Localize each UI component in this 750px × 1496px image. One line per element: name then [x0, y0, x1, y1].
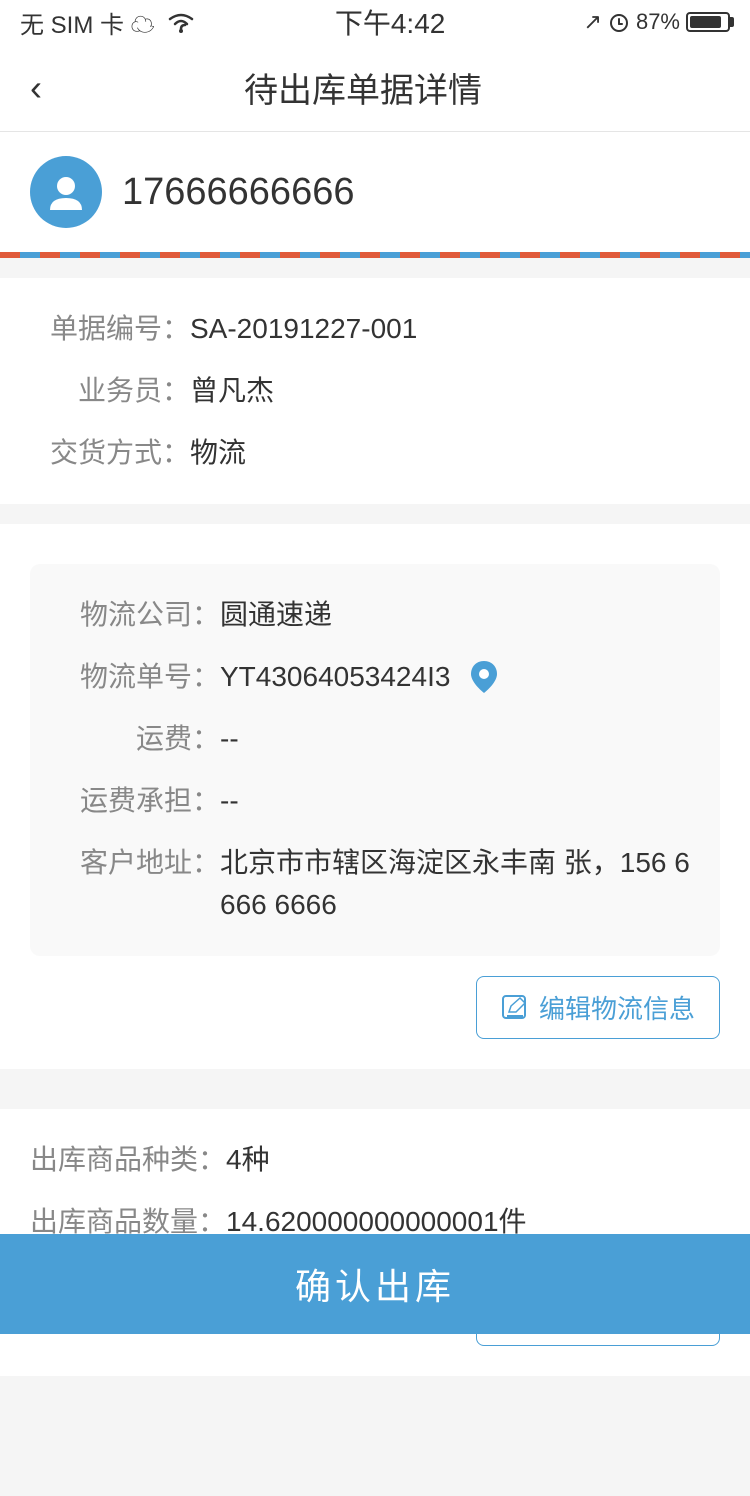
- logistics-company-row: 物流公司： 圆通速递: [60, 594, 690, 636]
- salesperson-label: 业务员：: [30, 370, 190, 412]
- customer-phone: 17666666666: [122, 171, 354, 214]
- tracking-number-label: 物流单号：: [60, 656, 220, 698]
- freight-bearer-row: 运费承担： --: [60, 780, 690, 822]
- goods-category-label: 出库商品种类：: [30, 1139, 226, 1181]
- address-value: 北京市市辖区海淀区永丰南 张，156 6666 6666: [220, 842, 690, 926]
- doc-number-label: 单据编号：: [30, 308, 190, 350]
- goods-category-row: 出库商品种类： 4种: [30, 1139, 720, 1181]
- delivery-method-label: 交货方式：: [30, 432, 190, 474]
- salesperson-row: 业务员： 曾凡杰: [30, 370, 720, 412]
- delivery-method-row: 交货方式： 物流: [30, 432, 720, 474]
- freight-row: 运费： --: [60, 718, 690, 760]
- dashed-divider: [0, 252, 750, 258]
- battery-fill: [690, 16, 721, 28]
- logistics-section: 物流公司： 圆通速递 物流单号： YT43064053424I3 运费： -- …: [0, 524, 750, 1069]
- back-button[interactable]: ‹: [30, 67, 42, 109]
- logistics-company-value: 圆通速递: [220, 594, 690, 636]
- section-divider: [0, 1069, 750, 1089]
- edit-logistics-label: 编辑物流信息: [539, 989, 695, 1026]
- status-left: 无 SIM 卡 ☁: [20, 5, 197, 40]
- logistics-box: 物流公司： 圆通速递 物流单号： YT43064053424I3 运费： -- …: [30, 564, 720, 956]
- status-time: 下午4:42: [335, 2, 446, 42]
- battery-percent: 87%: [636, 9, 680, 35]
- alarm-icon: [608, 11, 630, 33]
- tracking-number-row: 物流单号： YT43064053424I3: [60, 656, 690, 698]
- salesperson-value: 曾凡杰: [190, 370, 720, 412]
- edit-icon: [501, 994, 529, 1022]
- address-label: 客户地址：: [60, 842, 220, 884]
- bottom-pad: [0, 1376, 750, 1496]
- goods-category-value: 4种: [226, 1139, 720, 1181]
- battery-icon: [686, 12, 730, 32]
- freight-value: --: [220, 718, 690, 760]
- doc-number-row: 单据编号： SA-20191227-001: [30, 308, 720, 350]
- address-row: 客户地址： 北京市市辖区海淀区永丰南 张，156 6666 6666: [60, 842, 690, 926]
- logistics-company-label: 物流公司：: [60, 594, 220, 636]
- customer-header: 17666666666: [0, 132, 750, 252]
- wifi-icon: [165, 11, 197, 33]
- page-title: 待出库单据详情: [62, 63, 664, 112]
- location-icon[interactable]: [466, 659, 502, 695]
- avatar: [30, 156, 102, 228]
- status-right: ↗ 87%: [584, 9, 730, 35]
- delivery-method-value: 物流: [190, 432, 720, 474]
- freight-bearer-value: --: [220, 780, 690, 822]
- confirm-button-label: 确认出库: [295, 1258, 455, 1310]
- freight-bearer-label: 运费承担：: [60, 780, 220, 822]
- freight-label: 运费：: [60, 718, 220, 760]
- doc-number-value: SA-20191227-001: [190, 308, 720, 350]
- person-icon: [46, 172, 86, 212]
- status-bar: 无 SIM 卡 ☁ 下午4:42 ↗ 87%: [0, 0, 750, 44]
- nav-bar: ‹ 待出库单据详情: [0, 44, 750, 132]
- order-info-section: 单据编号： SA-20191227-001 业务员： 曾凡杰 交货方式： 物流: [0, 278, 750, 504]
- edit-logistics-button[interactable]: 编辑物流信息: [476, 976, 720, 1039]
- location-status-icon: ↗: [584, 9, 602, 35]
- sim-label: 无 SIM 卡 ☁: [20, 5, 155, 40]
- tracking-number-value: YT43064053424I3: [220, 656, 690, 698]
- edit-btn-wrap: 编辑物流信息: [30, 956, 720, 1039]
- confirm-button-wrap[interactable]: 确认出库: [0, 1234, 750, 1334]
